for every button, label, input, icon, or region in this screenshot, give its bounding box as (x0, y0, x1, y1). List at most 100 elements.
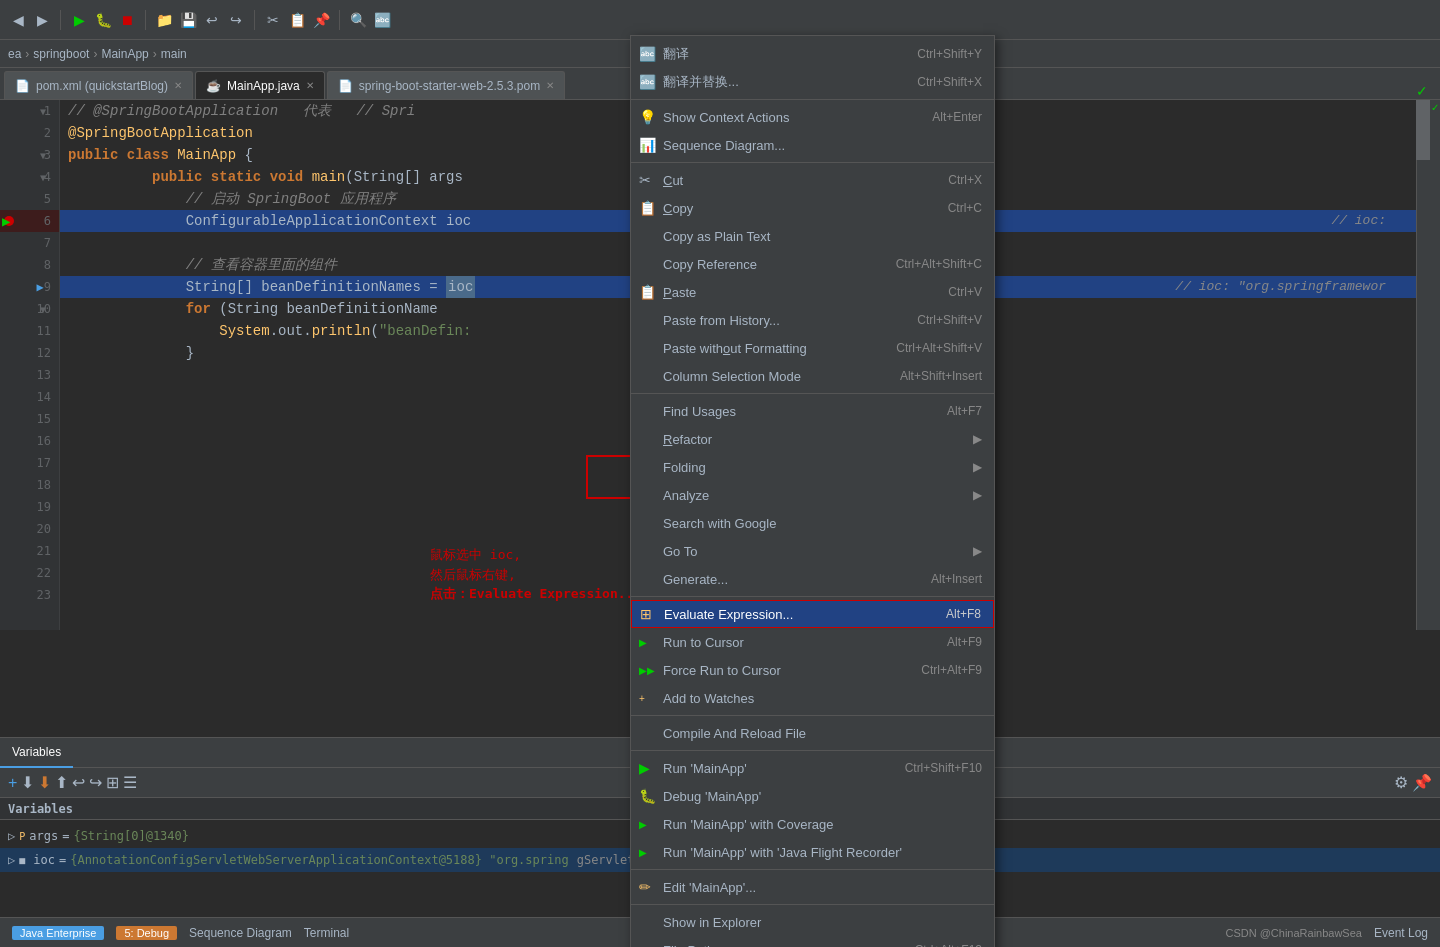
breadcrumb-item-springboot[interactable]: springboot (33, 47, 89, 61)
menu-shortcut-translate-replace: Ctrl+Shift+X (917, 75, 982, 89)
checkmark-icon[interactable]: ✓ (1408, 83, 1436, 99)
status-sequence[interactable]: Sequence Diagram (189, 926, 292, 940)
menu-item-goto[interactable]: Go To ▶ (631, 537, 994, 565)
status-left: Java Enterprise 5: Debug Sequence Diagra… (12, 926, 1209, 940)
tab-pom-close[interactable]: ✕ (174, 80, 182, 91)
debug-upload-icon[interactable]: ⬆ (55, 773, 68, 792)
menu-item-translate-replace[interactable]: 🔤 翻译并替换... Ctrl+Shift+X (631, 68, 994, 96)
breadcrumb-item-main[interactable]: main (161, 47, 187, 61)
toolbar-translate-icon[interactable]: 🔤 (372, 10, 392, 30)
debug-align-icon[interactable]: ☰ (123, 773, 137, 792)
toolbar-stop-icon[interactable]: ⏹ (117, 10, 137, 30)
toolbar-undo-icon[interactable]: ↩ (202, 10, 222, 30)
gutter-line-9: ▶ 9 (0, 276, 59, 298)
toolbar-run-icon[interactable]: ▶ (69, 10, 89, 30)
ioc-expand[interactable]: ▷ (8, 853, 15, 867)
debug-redo-icon[interactable]: ↪ (89, 773, 102, 792)
breadcrumb-item-ea[interactable]: ea (8, 47, 21, 61)
breadcrumb-sep-3: › (153, 47, 157, 61)
ioc-eq: = (59, 853, 66, 867)
menu-item-paste-history[interactable]: Paste from History... Ctrl+Shift+V (631, 306, 994, 334)
menu-item-translate[interactable]: 🔤 翻译 Ctrl+Shift+Y (631, 40, 994, 68)
menu-item-compile[interactable]: Compile And Reload File (631, 719, 994, 747)
debug-download-icon[interactable]: ⬇ (21, 773, 34, 792)
menu-item-generate[interactable]: Generate... Alt+Insert (631, 565, 994, 593)
menu-item-evaluate[interactable]: ⊞ Evaluate Expression... Alt+F8 (631, 600, 994, 628)
menu-item-copy-plain[interactable]: Copy as Plain Text (631, 222, 994, 250)
status-event-log[interactable]: Event Log (1374, 926, 1428, 940)
debug-download2-icon[interactable]: ⬇ (38, 773, 51, 792)
scroll-thumb[interactable] (1416, 100, 1430, 160)
menu-item-run-main[interactable]: ▶ Run 'MainApp' Ctrl+Shift+F10 (631, 754, 994, 782)
menu-item-paste-nofmt[interactable]: Paste without Formatting Ctrl+Alt+Shift+… (631, 334, 994, 362)
toolbar-copy-icon[interactable]: 📋 (287, 10, 307, 30)
menu-item-cut[interactable]: ✂ Cut Ctrl+X (631, 166, 994, 194)
translate-icon: 🔤 (639, 46, 656, 62)
menu-shortcut-run-main: Ctrl+Shift+F10 (905, 761, 982, 775)
run-cursor-icon: ▶ (639, 637, 647, 648)
menu-item-run-coverage[interactable]: ▶ Run 'MainApp' with Coverage (631, 810, 994, 838)
tab-mainapp-close[interactable]: ✕ (306, 80, 314, 91)
copy-icon: 📋 (639, 200, 656, 216)
add-watches-icon: + (639, 693, 645, 704)
menu-item-edit-main[interactable]: ✏ Edit 'MainApp'... (631, 873, 994, 901)
bottom-tab-variables[interactable]: Variables (0, 738, 73, 768)
translate-replace-icon: 🔤 (639, 74, 656, 90)
args-expand[interactable]: ▷ (8, 829, 15, 843)
menu-item-find-usages[interactable]: Find Usages Alt+F7 (631, 397, 994, 425)
toolbar-forward-icon[interactable]: ▶ (32, 10, 52, 30)
menu-item-run-flight[interactable]: ▶ Run 'MainApp' with 'Java Flight Record… (631, 838, 994, 866)
debug-pin-icon[interactable]: 📌 (1412, 773, 1432, 792)
menu-item-analyze[interactable]: Analyze ▶ (631, 481, 994, 509)
tab-mainapp[interactable]: ☕ MainApp.java ✕ (195, 71, 325, 99)
menu-item-copy-ref[interactable]: Copy Reference Ctrl+Alt+Shift+C (631, 250, 994, 278)
tab-pom[interactable]: 📄 pom.xml (quickstartBlog) ✕ (4, 71, 193, 99)
toolbar-redo-icon[interactable]: ↪ (226, 10, 246, 30)
debug-table-icon[interactable]: ⊞ (106, 773, 119, 792)
menu-item-copy[interactable]: 📋 Copy Ctrl+C (631, 194, 994, 222)
gutter-line-19: 19 (0, 496, 59, 518)
toolbar-debug-icon[interactable]: 🐛 (93, 10, 113, 30)
status-debug[interactable]: 5: Debug (116, 926, 177, 940)
gutter-line-23: 23 (0, 584, 59, 606)
status-java[interactable]: Java Enterprise (12, 926, 104, 940)
evaluate-icon: ⊞ (640, 606, 652, 622)
tab-spring-icon: 📄 (338, 79, 353, 93)
menu-item-show-context[interactable]: 💡 Show Context Actions Alt+Enter (631, 103, 994, 131)
status-right: CSDN @ChinaRainbawSea Event Log (1225, 926, 1428, 940)
menu-item-refactor[interactable]: Refactor ▶ (631, 425, 994, 453)
menu-item-paste[interactable]: 📋 Paste Ctrl+V (631, 278, 994, 306)
toolbar-cut-icon[interactable]: ✂ (263, 10, 283, 30)
menu-item-folding[interactable]: Folding ▶ (631, 453, 994, 481)
editor-scrollbar[interactable] (1416, 100, 1430, 630)
menu-item-search-google[interactable]: Search with Google (631, 509, 994, 537)
menu-item-run-cursor[interactable]: ▶ Run to Cursor Alt+F9 (631, 628, 994, 656)
menu-item-column-mode[interactable]: Column Selection Mode Alt+Shift+Insert (631, 362, 994, 390)
menu-label-force-run-cursor: Force Run to Cursor (663, 663, 901, 678)
tab-spring[interactable]: 📄 spring-boot-starter-web-2.5.3.pom ✕ (327, 71, 565, 99)
menu-shortcut-paste-nofmt: Ctrl+Alt+Shift+V (896, 341, 982, 355)
debug-add-icon[interactable]: + (8, 774, 17, 792)
menu-item-sequence[interactable]: 📊 Sequence Diagram... (631, 131, 994, 159)
toolbar-file-icon[interactable]: 📁 (154, 10, 174, 30)
gutter-line-13: 13 (0, 364, 59, 386)
menu-label-cut: Cut (663, 173, 928, 188)
menu-item-debug-main[interactable]: 🐛 Debug 'MainApp' (631, 782, 994, 810)
menu-item-force-run-cursor[interactable]: ▶▶ Force Run to Cursor Ctrl+Alt+F9 (631, 656, 994, 684)
menu-label-file-path: File Path (663, 943, 895, 948)
debug-settings-icon[interactable]: ⚙ (1394, 773, 1408, 792)
menu-item-add-watches[interactable]: + Add to Watches (631, 684, 994, 712)
tab-spring-close[interactable]: ✕ (546, 80, 554, 91)
breadcrumb-item-mainapp[interactable]: MainApp (101, 47, 148, 61)
toolbar-save-icon[interactable]: 💾 (178, 10, 198, 30)
menu-item-show-explorer[interactable]: Show in Explorer (631, 908, 994, 936)
sequence-icon: 📊 (639, 137, 656, 153)
tab-pom-icon: 📄 (15, 79, 30, 93)
toolbar-paste-icon[interactable]: 📌 (311, 10, 331, 30)
status-terminal[interactable]: Terminal (304, 926, 349, 940)
gutter-line-2: 2 (0, 122, 59, 144)
menu-item-file-path[interactable]: File Path Ctrl+Alt+F12 (631, 936, 994, 947)
debug-undo-icon[interactable]: ↩ (72, 773, 85, 792)
toolbar-search-icon[interactable]: 🔍 (348, 10, 368, 30)
toolbar-back-icon[interactable]: ◀ (8, 10, 28, 30)
